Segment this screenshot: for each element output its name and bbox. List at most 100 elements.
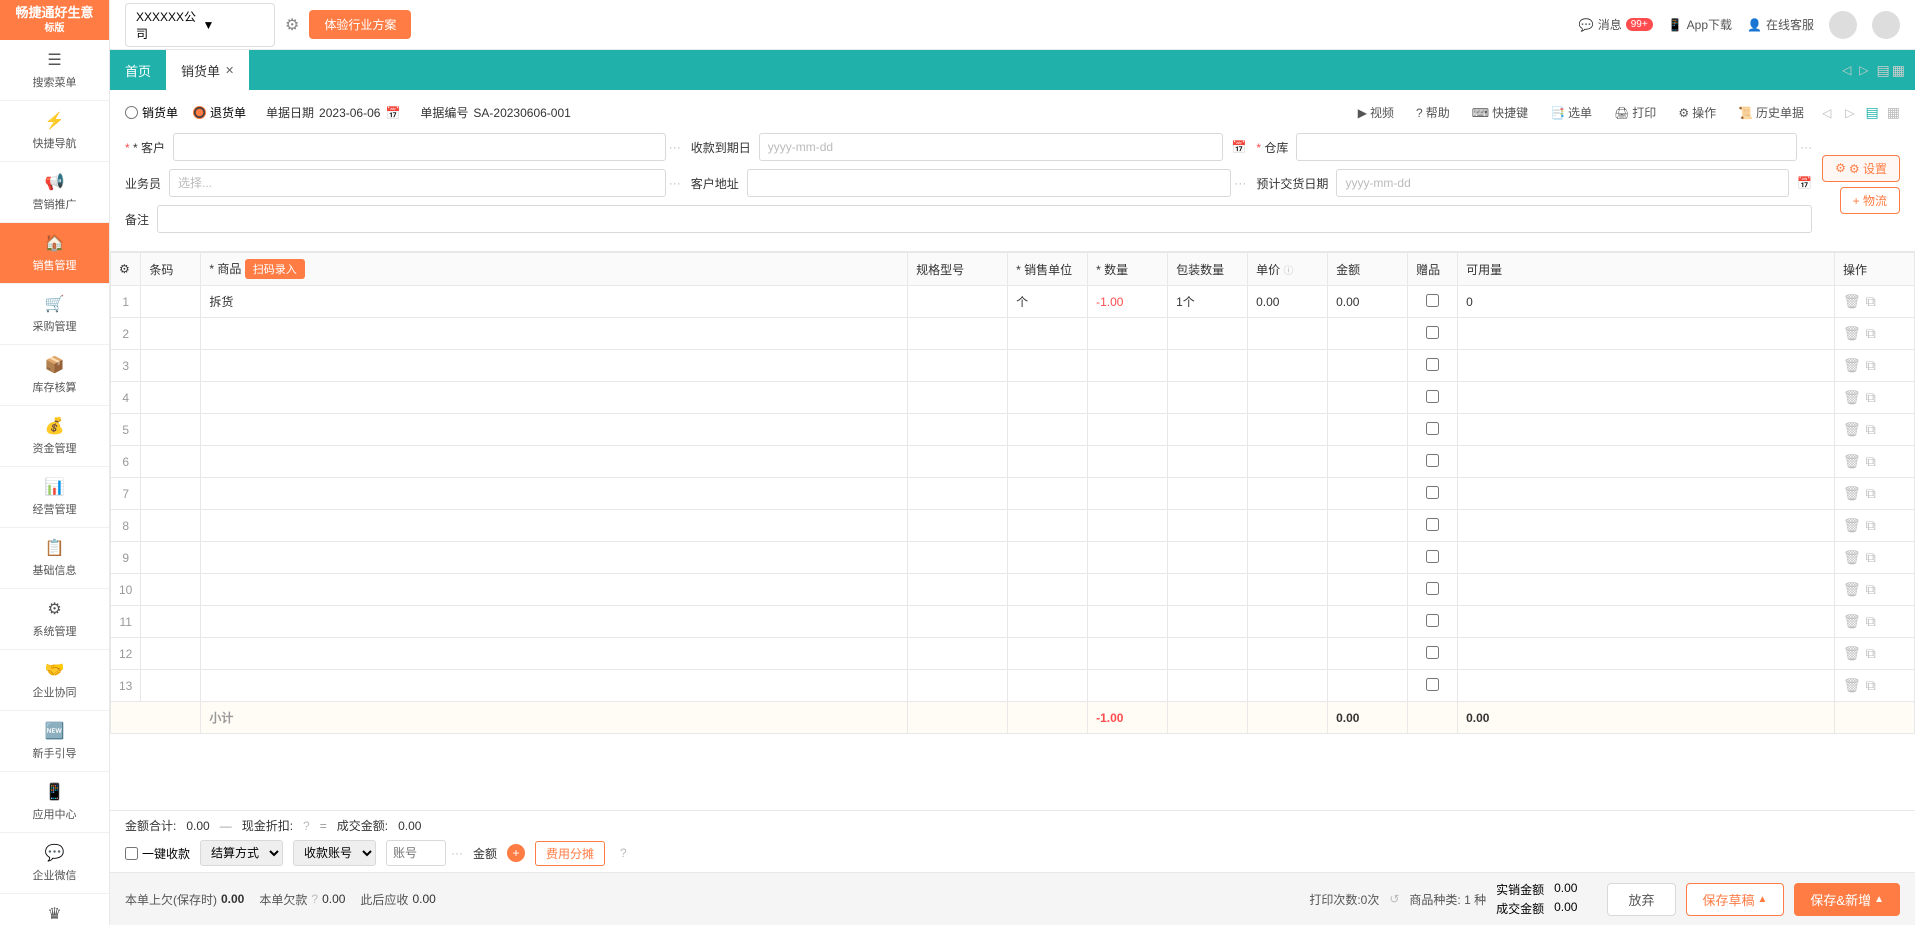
row-gift-5[interactable] — [1408, 414, 1458, 446]
row-copy-icon-12[interactable]: ⧉ — [1866, 645, 1876, 662]
row-barcode-9[interactable] — [141, 542, 201, 574]
sidebar-item-marketing[interactable]: 📢 营销推广 — [0, 162, 109, 223]
row-pack-qty-3[interactable] — [1168, 350, 1248, 382]
row-barcode-5[interactable] — [141, 414, 201, 446]
row-spec-3[interactable] — [908, 350, 1008, 382]
row-amount-6[interactable] — [1328, 446, 1408, 478]
row-qty-1[interactable]: -1.00 — [1088, 286, 1168, 318]
sidebar-item-collab[interactable]: 🤝 企业协同 — [0, 650, 109, 711]
row-product-6[interactable] — [201, 446, 908, 478]
refresh-icon[interactable]: ↺ — [1389, 892, 1399, 906]
row-amount-11[interactable] — [1328, 606, 1408, 638]
expected-date-calendar-icon[interactable]: 📅 — [1797, 176, 1812, 190]
online-service-button[interactable]: 👤 在线客服 — [1747, 16, 1814, 33]
row-pack-qty-11[interactable] — [1168, 606, 1248, 638]
row-unit-price-3[interactable] — [1248, 350, 1328, 382]
row-unit-price-9[interactable] — [1248, 542, 1328, 574]
row-spec-13[interactable] — [908, 670, 1008, 702]
toolbar-history[interactable]: 📜 历史单据 — [1731, 100, 1811, 125]
row-barcode-12[interactable] — [141, 638, 201, 670]
row-spec-5[interactable] — [908, 414, 1008, 446]
row-qty-8[interactable] — [1088, 510, 1168, 542]
save-new-button[interactable]: 保存&新增 ▲ — [1794, 883, 1900, 916]
toolbar-print[interactable]: 🖨 打印 — [1607, 100, 1663, 125]
salesperson-more-icon[interactable]: ··· — [669, 176, 681, 190]
row-qty-12[interactable] — [1088, 638, 1168, 670]
row-qty-3[interactable] — [1088, 350, 1168, 382]
message-button[interactable]: 💬 消息 99+ — [1579, 16, 1653, 33]
row-unit-7[interactable] — [1008, 478, 1088, 510]
row-spec-10[interactable] — [908, 574, 1008, 606]
sidebar-item-quick-nav[interactable]: ⚡ 快捷导航 — [0, 101, 109, 162]
sidebar-item-inventory[interactable]: 📦 库存核算 — [0, 345, 109, 406]
row-copy-icon-10[interactable]: ⧉ — [1866, 581, 1876, 598]
settings-button[interactable]: ⚙ ⚙ 设置 — [1822, 155, 1900, 182]
row-unit-11[interactable] — [1008, 606, 1088, 638]
fee-help-icon[interactable]: ? — [620, 846, 627, 860]
row-unit-price-11[interactable] — [1248, 606, 1328, 638]
row-product-11[interactable] — [201, 606, 908, 638]
row-product-10[interactable] — [201, 574, 908, 606]
row-unit-10[interactable] — [1008, 574, 1088, 606]
row-product-13[interactable] — [201, 670, 908, 702]
row-qty-11[interactable] — [1088, 606, 1168, 638]
row-pack-qty-6[interactable] — [1168, 446, 1248, 478]
logistics-button[interactable]: + 物流 — [1840, 187, 1900, 214]
toolbar-next-arrow[interactable]: ▷ — [1842, 106, 1857, 120]
row-delete-icon-4[interactable]: 🗑 — [1843, 389, 1861, 406]
tab-sales-order[interactable]: 销货单 ✕ — [166, 50, 249, 90]
row-unit-6[interactable] — [1008, 446, 1088, 478]
row-unit-8[interactable] — [1008, 510, 1088, 542]
row-copy-icon-1[interactable]: ⧉ — [1866, 293, 1876, 310]
row-product-9[interactable] — [201, 542, 908, 574]
toolbar-list-view[interactable]: ▤ — [1866, 104, 1879, 121]
sidebar-item-finance[interactable]: 💰 资金管理 — [0, 406, 109, 467]
row-qty-9[interactable] — [1088, 542, 1168, 574]
account-input[interactable] — [386, 840, 446, 866]
row-product-8[interactable] — [201, 510, 908, 542]
row-unit-price-8[interactable] — [1248, 510, 1328, 542]
user-avatar-2[interactable] — [1872, 11, 1900, 39]
radio-return-input[interactable] — [193, 106, 206, 119]
settlement-method-select[interactable]: 结算方式 — [200, 840, 283, 866]
row-copy-icon-6[interactable]: ⧉ — [1866, 453, 1876, 470]
calendar-icon[interactable]: 📅 — [385, 106, 400, 120]
row-qty-10[interactable] — [1088, 574, 1168, 606]
row-spec-7[interactable] — [908, 478, 1008, 510]
sidebar-item-sales[interactable]: 🏠 销售管理 — [0, 223, 109, 284]
row-unit-12[interactable] — [1008, 638, 1088, 670]
row-unit-4[interactable] — [1008, 382, 1088, 414]
row-amount-1[interactable]: 0.00 — [1328, 286, 1408, 318]
sidebar-item-purchase[interactable]: 🛒 采购管理 — [0, 284, 109, 345]
row-product-7[interactable] — [201, 478, 908, 510]
row-delete-icon-5[interactable]: 🗑 — [1843, 421, 1861, 438]
row-gift-9[interactable] — [1408, 542, 1458, 574]
row-product-2[interactable] — [201, 318, 908, 350]
customer-more-icon[interactable]: ··· — [669, 140, 681, 154]
row-delete-icon-8[interactable]: 🗑 — [1843, 517, 1861, 534]
row-delete-icon-6[interactable]: 🗑 — [1843, 453, 1861, 470]
row-pack-qty-2[interactable] — [1168, 318, 1248, 350]
row-copy-icon-9[interactable]: ⧉ — [1866, 549, 1876, 566]
row-qty-4[interactable] — [1088, 382, 1168, 414]
row-delete-icon-11[interactable]: 🗑 — [1843, 613, 1861, 630]
row-barcode-7[interactable] — [141, 478, 201, 510]
row-barcode-6[interactable] — [141, 446, 201, 478]
row-amount-4[interactable] — [1328, 382, 1408, 414]
row-copy-icon-11[interactable]: ⧉ — [1866, 613, 1876, 630]
prev-arrow[interactable]: ◁ — [1839, 63, 1854, 77]
row-qty-5[interactable] — [1088, 414, 1168, 446]
row-unit-price-7[interactable] — [1248, 478, 1328, 510]
row-pack-qty-10[interactable] — [1168, 574, 1248, 606]
row-gift-4[interactable] — [1408, 382, 1458, 414]
row-product-5[interactable] — [201, 414, 908, 446]
due-date-calendar-icon[interactable]: 📅 — [1231, 140, 1246, 154]
grid-view-icon[interactable]: ▦ — [1892, 62, 1905, 79]
row-delete-icon-13[interactable]: 🗑 — [1843, 677, 1861, 694]
row-gift-6[interactable] — [1408, 446, 1458, 478]
one-click-pay-checkbox[interactable]: 一键收款 — [125, 845, 190, 862]
abandon-button[interactable]: 放弃 — [1607, 883, 1675, 916]
row-qty-7[interactable] — [1088, 478, 1168, 510]
row-unit-13[interactable] — [1008, 670, 1088, 702]
sidebar-item-search[interactable]: ☰ 搜索菜单 — [0, 40, 109, 101]
